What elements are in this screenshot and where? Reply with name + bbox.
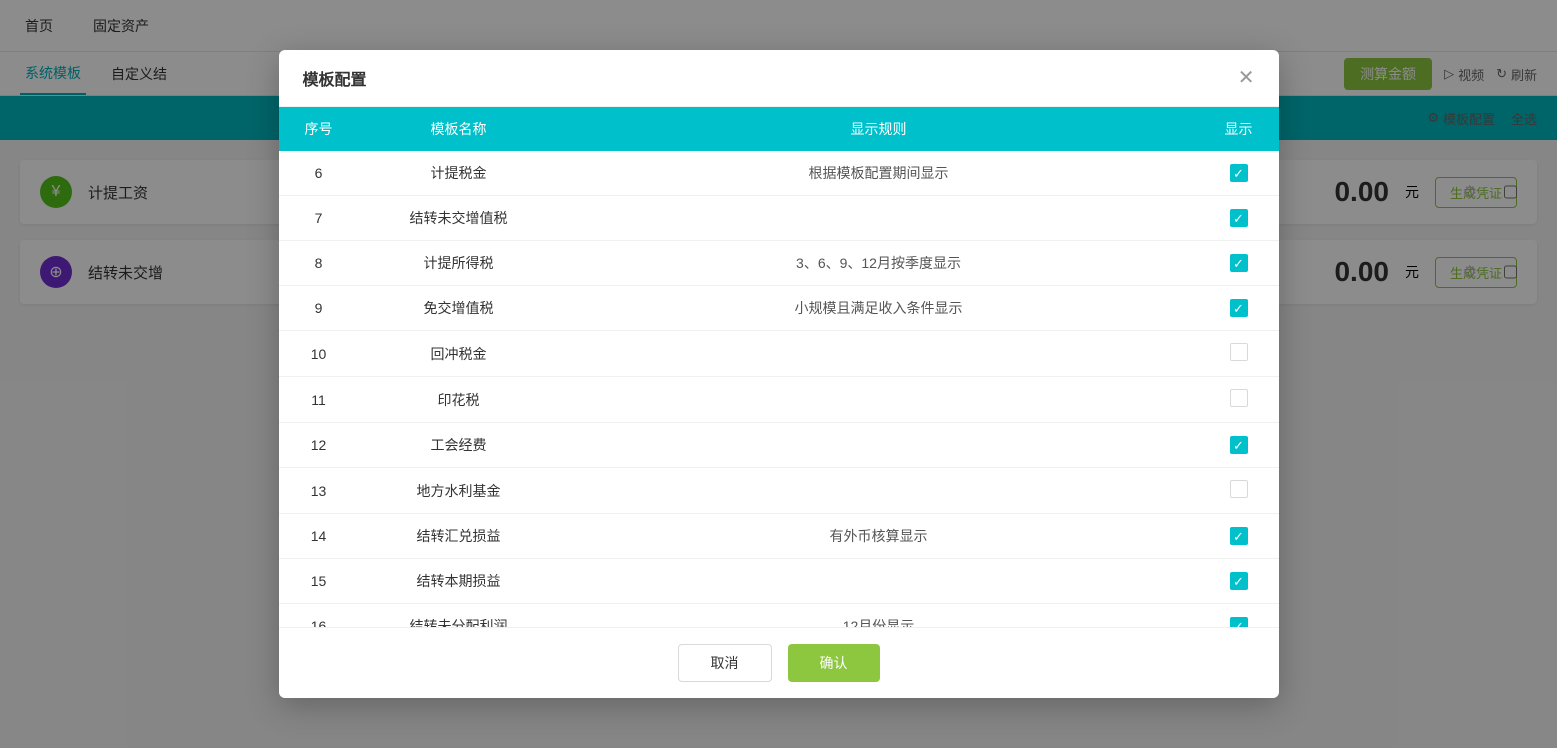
table-row: 16结转未分配利润12月份显示 bbox=[279, 604, 1279, 628]
cell-name-9: 结转本期损益 bbox=[359, 559, 559, 604]
cell-rule-9 bbox=[559, 559, 1199, 604]
cell-rule-5 bbox=[559, 377, 1199, 423]
cell-check-6 bbox=[1199, 423, 1279, 468]
cell-check-3 bbox=[1199, 286, 1279, 331]
cell-check-9 bbox=[1199, 559, 1279, 604]
checkbox-7[interactable] bbox=[1230, 480, 1248, 498]
table-row: 8计提所得税3、6、9、12月按季度显示 bbox=[279, 241, 1279, 286]
checkbox-2[interactable] bbox=[1230, 254, 1248, 272]
cell-no-8: 14 bbox=[279, 514, 359, 559]
table-row: 14结转汇兑损益有外币核算显示 bbox=[279, 514, 1279, 559]
checkbox-8[interactable] bbox=[1230, 527, 1248, 545]
col-no: 序号 bbox=[279, 107, 359, 151]
table-header-row: 序号 模板名称 显示规则 显示 bbox=[279, 107, 1279, 151]
cell-no-6: 12 bbox=[279, 423, 359, 468]
cell-no-2: 8 bbox=[279, 241, 359, 286]
col-rule: 显示规则 bbox=[559, 107, 1199, 151]
cell-rule-1 bbox=[559, 196, 1199, 241]
cell-rule-6 bbox=[559, 423, 1199, 468]
cell-name-5: 印花税 bbox=[359, 377, 559, 423]
cell-name-1: 结转未交增值税 bbox=[359, 196, 559, 241]
cell-no-0: 6 bbox=[279, 151, 359, 196]
modal-overlay: 模板配置 ✕ 序号 模板名称 显示规则 显示 6计提税金根据模板配置期间显 bbox=[0, 0, 1557, 748]
table-row: 6计提税金根据模板配置期间显示 bbox=[279, 151, 1279, 196]
checkbox-4[interactable] bbox=[1230, 343, 1248, 361]
modal-title: 模板配置 bbox=[303, 66, 367, 90]
cell-name-0: 计提税金 bbox=[359, 151, 559, 196]
cell-no-3: 9 bbox=[279, 286, 359, 331]
col-name: 模板名称 bbox=[359, 107, 559, 151]
cell-check-10 bbox=[1199, 604, 1279, 628]
cell-name-3: 免交增值税 bbox=[359, 286, 559, 331]
confirm-button[interactable]: 确认 bbox=[788, 644, 880, 682]
cell-no-4: 10 bbox=[279, 331, 359, 377]
checkbox-10[interactable] bbox=[1230, 617, 1248, 627]
cell-rule-0: 根据模板配置期间显示 bbox=[559, 151, 1199, 196]
checkbox-0[interactable] bbox=[1230, 164, 1248, 182]
modal-body: 序号 模板名称 显示规则 显示 6计提税金根据模板配置期间显示7结转未交增值税8… bbox=[279, 107, 1279, 627]
cell-rule-7 bbox=[559, 468, 1199, 514]
cell-check-5 bbox=[1199, 377, 1279, 423]
close-icon[interactable]: ✕ bbox=[1238, 68, 1255, 88]
cell-name-10: 结转未分配利润 bbox=[359, 604, 559, 628]
table-row: 7结转未交增值税 bbox=[279, 196, 1279, 241]
table-row: 12工会经费 bbox=[279, 423, 1279, 468]
cell-no-5: 11 bbox=[279, 377, 359, 423]
modal-header: 模板配置 ✕ bbox=[279, 50, 1279, 107]
cell-no-7: 13 bbox=[279, 468, 359, 514]
cell-check-4 bbox=[1199, 331, 1279, 377]
cancel-button[interactable]: 取消 bbox=[678, 644, 772, 682]
table-body: 6计提税金根据模板配置期间显示7结转未交增值税8计提所得税3、6、9、12月按季… bbox=[279, 151, 1279, 627]
table-row: 11印花税 bbox=[279, 377, 1279, 423]
cell-check-1 bbox=[1199, 196, 1279, 241]
checkbox-6[interactable] bbox=[1230, 436, 1248, 454]
cell-check-0 bbox=[1199, 151, 1279, 196]
cell-no-10: 16 bbox=[279, 604, 359, 628]
checkbox-9[interactable] bbox=[1230, 572, 1248, 590]
table-row: 13地方水利基金 bbox=[279, 468, 1279, 514]
modal-template-config: 模板配置 ✕ 序号 模板名称 显示规则 显示 6计提税金根据模板配置期间显 bbox=[279, 50, 1279, 698]
cell-rule-8: 有外币核算显示 bbox=[559, 514, 1199, 559]
cell-rule-4 bbox=[559, 331, 1199, 377]
checkbox-3[interactable] bbox=[1230, 299, 1248, 317]
modal-footer: 取消 确认 bbox=[279, 627, 1279, 698]
cell-check-8 bbox=[1199, 514, 1279, 559]
table-scroll-container[interactable]: 序号 模板名称 显示规则 显示 6计提税金根据模板配置期间显示7结转未交增值税8… bbox=[279, 107, 1279, 627]
table-row: 15结转本期损益 bbox=[279, 559, 1279, 604]
table-row: 9免交增值税小规模且满足收入条件显示 bbox=[279, 286, 1279, 331]
cell-name-2: 计提所得税 bbox=[359, 241, 559, 286]
cell-name-7: 地方水利基金 bbox=[359, 468, 559, 514]
cell-rule-3: 小规模且满足收入条件显示 bbox=[559, 286, 1199, 331]
checkbox-1[interactable] bbox=[1230, 209, 1248, 227]
cell-name-4: 回冲税金 bbox=[359, 331, 559, 377]
cell-no-1: 7 bbox=[279, 196, 359, 241]
checkbox-5[interactable] bbox=[1230, 389, 1248, 407]
cell-check-2 bbox=[1199, 241, 1279, 286]
config-table: 序号 模板名称 显示规则 显示 6计提税金根据模板配置期间显示7结转未交增值税8… bbox=[279, 107, 1279, 627]
cell-rule-2: 3、6、9、12月按季度显示 bbox=[559, 241, 1199, 286]
cell-name-6: 工会经费 bbox=[359, 423, 559, 468]
cell-check-7 bbox=[1199, 468, 1279, 514]
cell-name-8: 结转汇兑损益 bbox=[359, 514, 559, 559]
cell-rule-10: 12月份显示 bbox=[559, 604, 1199, 628]
cell-no-9: 15 bbox=[279, 559, 359, 604]
table-row: 10回冲税金 bbox=[279, 331, 1279, 377]
col-display: 显示 bbox=[1199, 107, 1279, 151]
